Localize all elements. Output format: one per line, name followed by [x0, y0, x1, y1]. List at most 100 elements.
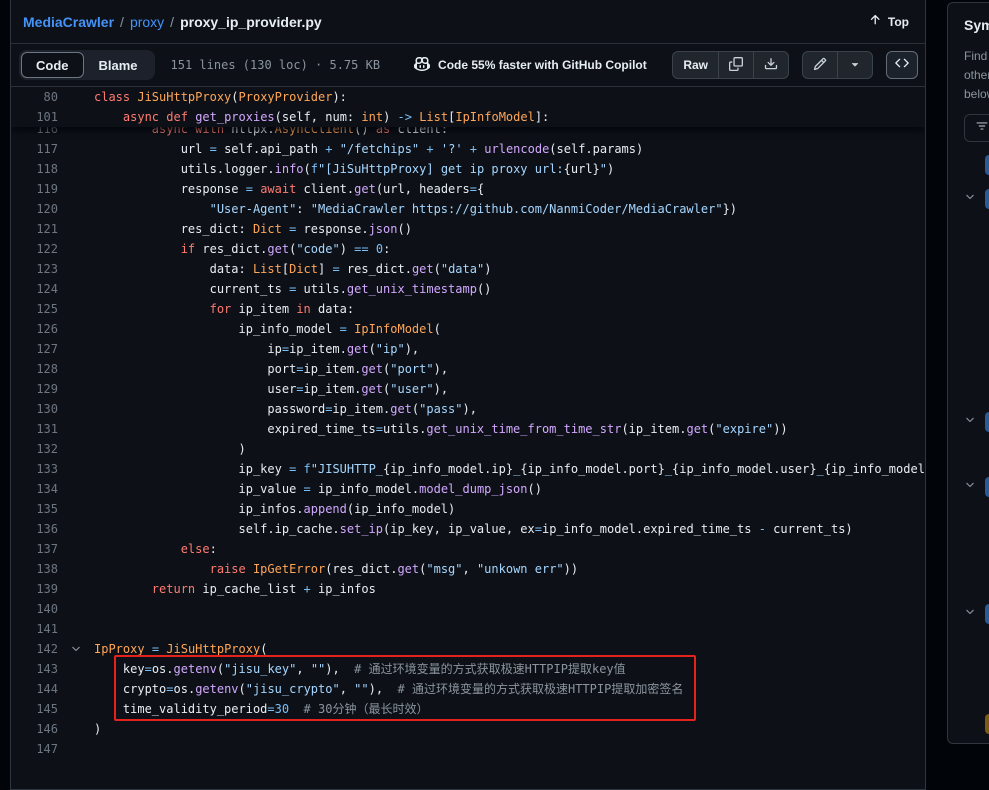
gutter-space [58, 439, 94, 459]
code-line: 144 crypto=os.getenv("jisu_crypto", ""),… [11, 679, 925, 699]
gutter-space [58, 479, 94, 499]
line-number[interactable]: 128 [11, 359, 58, 379]
symbol-kind-badge [985, 714, 989, 734]
line-number[interactable]: 122 [11, 239, 58, 259]
symbols-panel-description: Find definitions and references for func… [964, 47, 989, 104]
line-number[interactable]: 125 [11, 299, 58, 319]
code-line: 131 expired_time_ts=utils.get_unix_time_… [11, 419, 925, 439]
symbols-filter-input[interactable] [964, 114, 989, 142]
line-number[interactable]: 131 [11, 419, 58, 439]
code-line-text: current_ts = utils.get_unix_timestamp() [94, 279, 925, 299]
line-number[interactable]: 146 [11, 719, 58, 739]
breadcrumb-dir-link[interactable]: proxy [130, 14, 164, 30]
line-number[interactable]: 123 [11, 259, 58, 279]
line-number[interactable]: 139 [11, 579, 58, 599]
line-number[interactable]: 120 [11, 199, 58, 219]
gutter-space [58, 399, 94, 419]
gutter-space [58, 87, 94, 107]
line-number[interactable]: 130 [11, 399, 58, 419]
symbol-tree-item[interactable] [948, 408, 989, 436]
symbol-kind-badge [985, 412, 989, 432]
line-number[interactable]: 143 [11, 659, 58, 679]
edit-options-dropdown[interactable] [837, 52, 872, 78]
line-number[interactable]: 132 [11, 439, 58, 459]
line-number[interactable]: 126 [11, 319, 58, 339]
gutter-space [58, 719, 94, 739]
gutter-space [58, 179, 94, 199]
line-number[interactable]: 80 [11, 87, 58, 107]
line-number[interactable]: 138 [11, 559, 58, 579]
code-line: 120 "User-Agent": "MediaCrawler https://… [11, 199, 925, 219]
edit-file-button[interactable] [803, 52, 837, 78]
chevron-down-icon[interactable] [964, 605, 976, 623]
chevron-down-icon[interactable] [964, 413, 976, 431]
arrow-up-icon [868, 13, 882, 30]
code-line: 123 data: List[Dict] = res_dict.get("dat… [11, 259, 925, 279]
line-number[interactable]: 145 [11, 699, 58, 719]
symbol-tree-item[interactable] [948, 473, 989, 501]
gutter-space [58, 579, 94, 599]
symbol-tree-item[interactable] [948, 185, 989, 213]
code-line-text: async def get_proxies(self, num: int) ->… [94, 107, 925, 127]
tab-blame[interactable]: Blame [84, 52, 153, 78]
line-number[interactable]: 133 [11, 459, 58, 479]
code-line-text: time_validity_period=30 # 30分钟（最长时效） [94, 699, 925, 719]
scroll-to-top-label: Top [888, 15, 909, 29]
line-number[interactable]: 101 [11, 107, 58, 127]
line-number[interactable]: 144 [11, 679, 58, 699]
breadcrumb-repo-link[interactable]: MediaCrawler [23, 14, 114, 30]
copilot-banner-text: Code 55% faster with GitHub Copilot [438, 58, 647, 72]
symbols-panel-title: Symbols [964, 17, 989, 37]
line-number[interactable]: 117 [11, 139, 58, 159]
gutter-space [58, 319, 94, 339]
chevron-down-icon[interactable] [964, 478, 976, 496]
line-number[interactable]: 134 [11, 479, 58, 499]
code-view: 116 async with httpx.AsyncClient() as cl… [11, 87, 925, 762]
line-number[interactable]: 127 [11, 339, 58, 359]
line-number[interactable]: 124 [11, 279, 58, 299]
code-line-text: crypto=os.getenv("jisu_crypto", ""), # 通… [94, 679, 925, 699]
code-line-text: ip_key = f"JISUHTTP_{ip_info_model.ip}_{… [94, 459, 925, 479]
scroll-to-top-button[interactable]: Top [868, 13, 909, 30]
line-number[interactable]: 141 [11, 619, 58, 639]
line-number[interactable]: 136 [11, 519, 58, 539]
code-line-text: class JiSuHttpProxy(ProxyProvider): [94, 87, 925, 107]
line-number[interactable]: 118 [11, 159, 58, 179]
line-number[interactable]: 129 [11, 379, 58, 399]
code-line: 137 else: [11, 539, 925, 559]
collapse-chevron-icon[interactable] [58, 639, 94, 659]
line-number[interactable]: 142 [11, 639, 58, 659]
code-line: 124 current_ts = utils.get_unix_timestam… [11, 279, 925, 299]
gutter-space [58, 379, 94, 399]
line-number[interactable]: 119 [11, 179, 58, 199]
gutter-space [58, 419, 94, 439]
code-line: 117 url = self.api_path + "/fetchips" + … [11, 139, 925, 159]
line-number[interactable]: 140 [11, 599, 58, 619]
code-blame-switch: Code Blame [19, 50, 155, 80]
breadcrumb: MediaCrawler/proxy/proxy_ip_provider.py [23, 14, 322, 30]
chevron-down-icon[interactable] [964, 190, 976, 208]
line-number[interactable]: 135 [11, 499, 58, 519]
download-raw-button[interactable] [753, 52, 788, 78]
raw-button[interactable]: Raw [673, 52, 718, 78]
code-line: 140 [11, 599, 925, 619]
symbols-panel-toggle-button[interactable] [886, 51, 918, 79]
code-line: 143 key=os.getenv("jisu_key", ""), # 通过环… [11, 659, 925, 679]
copy-raw-button[interactable] [718, 52, 753, 78]
code-line-text: expired_time_ts=utils.get_unix_time_from… [94, 419, 925, 439]
tab-code[interactable]: Code [21, 52, 84, 78]
symbols-desc-line: Find definitions and references for func… [964, 47, 989, 66]
symbols-desc-line: other symbols in this file by clicking a… [964, 66, 989, 85]
code-line-text: data: List[Dict] = res_dict.get("data") [94, 259, 925, 279]
breadcrumb-separator: / [170, 14, 174, 30]
code-line: 138 raise IpGetError(res_dict.get("msg",… [11, 559, 925, 579]
symbol-tree-item[interactable] [948, 600, 989, 628]
symbol-tree-item[interactable] [948, 151, 989, 179]
code-line-text: url = self.api_path + "/fetchips" + '?' … [94, 139, 925, 159]
line-number[interactable]: 121 [11, 219, 58, 239]
line-number[interactable]: 147 [11, 739, 58, 759]
code-line: 126 ip_info_model = IpInfoModel( [11, 319, 925, 339]
line-number[interactable]: 137 [11, 539, 58, 559]
code-line-text: for ip_item in data: [94, 299, 925, 319]
symbol-tree-item[interactable] [948, 710, 989, 738]
